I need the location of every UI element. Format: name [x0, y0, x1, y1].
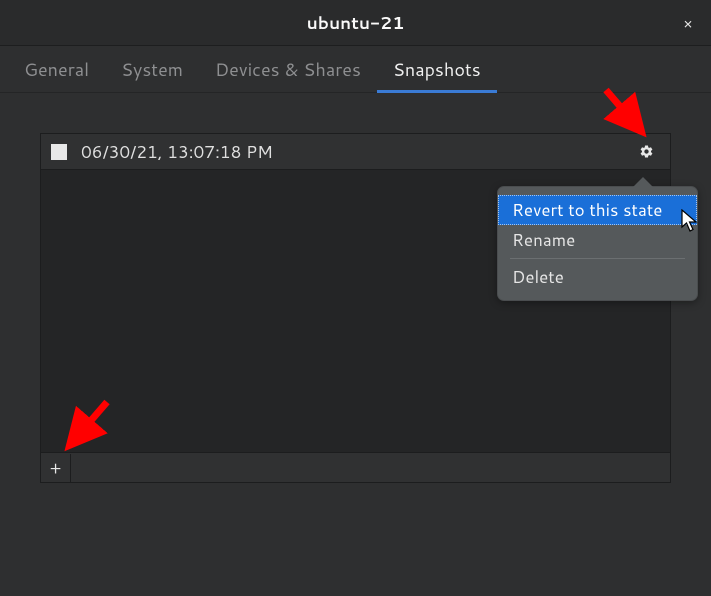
close-icon: ×: [683, 13, 693, 34]
tab-snapshots[interactable]: Snapshots: [377, 46, 497, 93]
window-titlebar: ubuntu-21 ×: [0, 0, 711, 46]
tab-devices-shares[interactable]: Devices & Shares: [199, 46, 377, 93]
menu-separator: [510, 258, 685, 259]
snapshot-thumbnail-icon: [51, 144, 67, 160]
snapshot-settings-button[interactable]: [632, 138, 660, 166]
snapshot-row[interactable]: 06/30/21, 13:07:18 PM: [41, 134, 670, 170]
gear-icon: [639, 144, 654, 159]
tab-bar: General System Devices & Shares Snapshot…: [0, 46, 711, 93]
plus-icon: +: [50, 456, 62, 480]
menu-item-delete[interactable]: Delete: [498, 262, 697, 292]
window-title: ubuntu-21: [307, 11, 405, 35]
snapshot-timestamp: 06/30/21, 13:07:18 PM: [81, 140, 618, 164]
menu-item-revert[interactable]: Revert to this state: [498, 195, 697, 225]
tab-system[interactable]: System: [105, 46, 199, 93]
close-button[interactable]: ×: [677, 12, 699, 34]
add-snapshot-button[interactable]: +: [41, 454, 71, 482]
context-menu: Revert to this state Rename Delete: [497, 186, 698, 301]
menu-item-rename[interactable]: Rename: [498, 225, 697, 255]
tab-general[interactable]: General: [8, 46, 105, 93]
snapshot-toolbar: +: [41, 452, 670, 482]
